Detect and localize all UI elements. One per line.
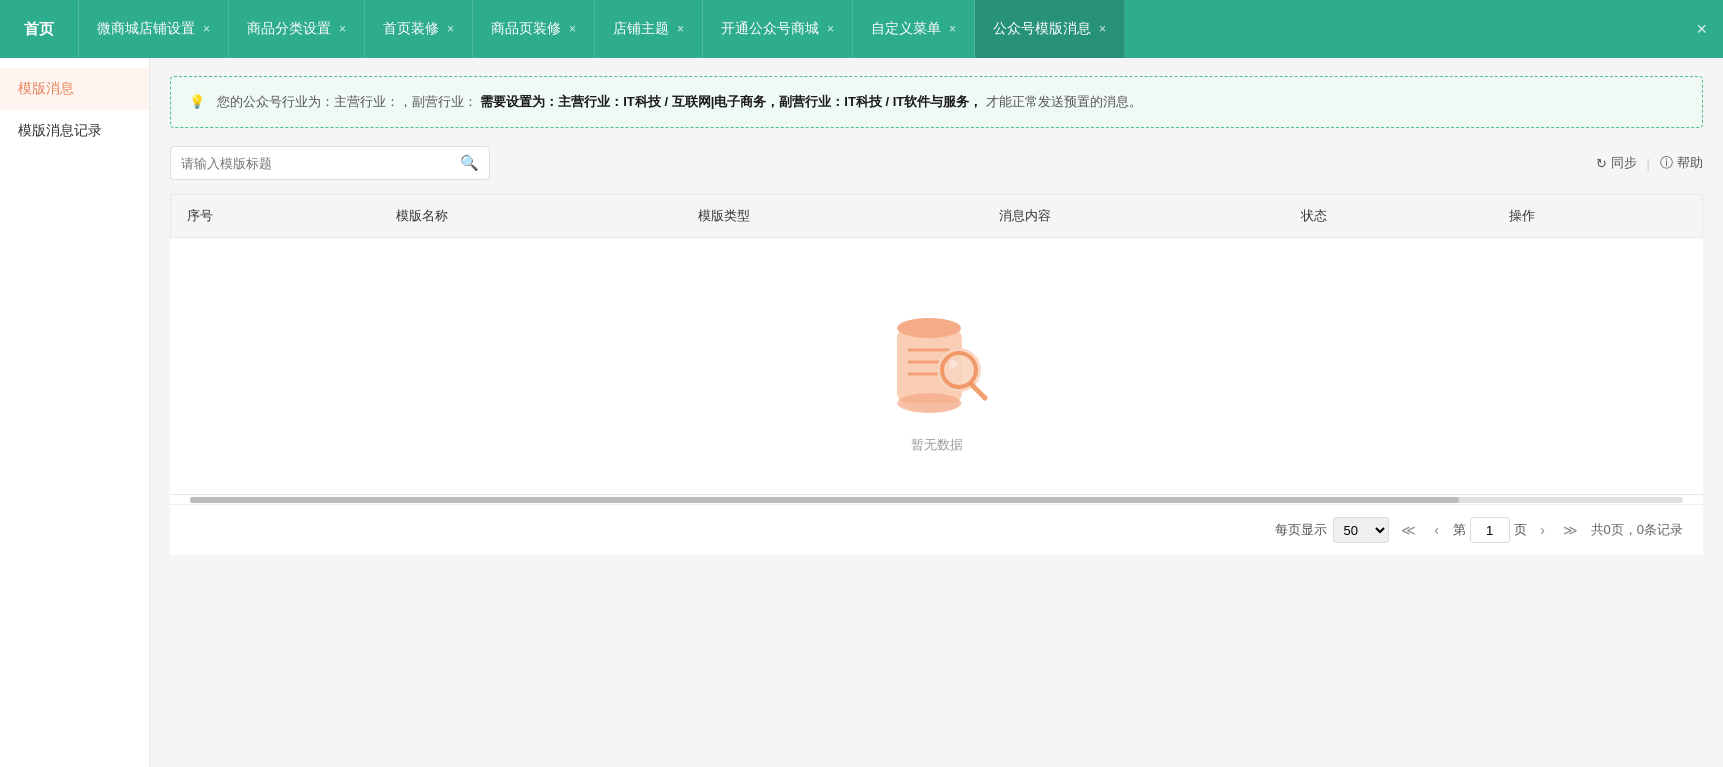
svg-point-2: [897, 318, 961, 338]
svg-line-9: [972, 385, 985, 398]
nav-tab-label: 商品页装修: [491, 20, 561, 38]
empty-state: 暂无数据: [170, 238, 1703, 494]
empty-illustration: [877, 298, 997, 418]
sync-button[interactable]: ↻ 同步: [1596, 154, 1637, 172]
global-close-button[interactable]: ×: [1696, 19, 1707, 40]
nav-tab-label: 首页装修: [383, 20, 439, 38]
first-page-button[interactable]: ≪: [1397, 518, 1421, 542]
action-divider: |: [1647, 156, 1650, 171]
col-header-name: 模版名称: [380, 195, 681, 238]
nav-tab-shop-theme[interactable]: 店铺主题 ×: [595, 0, 703, 58]
nav-tab-close[interactable]: ×: [1099, 22, 1106, 36]
main-layout: 模版消息模版消息记录 💡 您的公众号行业为：主营行业：，副营行业： 需要设置为：…: [0, 58, 1723, 767]
sync-icon: ↻: [1596, 156, 1607, 171]
table-wrap: 序号模版名称模版类型消息内容状态操作: [170, 194, 1703, 494]
search-bar: 🔍 ↻ 同步 | ⓘ 帮助: [170, 146, 1703, 180]
nav-tab-label: 开通公众号商城: [721, 20, 819, 38]
notice-suffix: 才能正常发送预置的消息。: [986, 94, 1142, 109]
nav-tab-custom-menu[interactable]: 自定义菜单 ×: [853, 0, 975, 58]
search-input[interactable]: [181, 156, 460, 171]
last-page-button[interactable]: ≫: [1559, 518, 1583, 542]
nav-tab-label: 店铺主题: [613, 20, 669, 38]
search-actions: ↻ 同步 | ⓘ 帮助: [1596, 154, 1703, 172]
top-nav: 首页微商城店铺设置×商品分类设置×首页装修×商品页装修×店铺主题×开通公众号商城…: [0, 0, 1723, 58]
col-header-index: 序号: [171, 195, 381, 238]
nav-tab-label: 商品分类设置: [247, 20, 331, 38]
search-input-wrap[interactable]: 🔍: [170, 146, 490, 180]
page-label: 第: [1453, 521, 1466, 539]
horizontal-scrollbar[interactable]: [170, 494, 1703, 504]
nav-tab-label: 微商城店铺设置: [97, 20, 195, 38]
nav-tab-close[interactable]: ×: [569, 22, 576, 36]
nav-tab-close[interactable]: ×: [677, 22, 684, 36]
page-unit-label: 页: [1514, 521, 1527, 539]
nav-tab-close[interactable]: ×: [949, 22, 956, 36]
sync-label: 同步: [1611, 154, 1637, 172]
scrollbar-track: [190, 497, 1683, 503]
col-header-type: 模版类型: [682, 195, 983, 238]
nav-tab-close[interactable]: ×: [339, 22, 346, 36]
col-header-status: 状态: [1285, 195, 1493, 238]
sidebar-item-template-msg-record[interactable]: 模版消息记录: [0, 110, 149, 152]
total-info: 共0页，0条记录: [1591, 521, 1683, 539]
sidebar-item-template-msg[interactable]: 模版消息: [0, 68, 149, 110]
notice-prefix: 您的公众号行业为：主营行业：，副营行业：: [217, 94, 477, 109]
scrollbar-thumb[interactable]: [190, 497, 1459, 503]
nav-tab-close[interactable]: ×: [203, 22, 210, 36]
nav-tab-close[interactable]: ×: [447, 22, 454, 36]
svg-point-3: [897, 393, 961, 413]
col-header-action: 操作: [1493, 195, 1703, 238]
nav-tab-pubchat-template[interactable]: 公众号模版消息 ×: [975, 0, 1125, 58]
nav-tab-home[interactable]: 首页: [0, 0, 79, 58]
nav-tab-label: 首页: [24, 20, 54, 39]
content-area: 💡 您的公众号行业为：主营行业：，副营行业： 需要设置为：主营行业：IT科技 /…: [150, 58, 1723, 767]
notice-banner: 💡 您的公众号行业为：主营行业：，副营行业： 需要设置为：主营行业：IT科技 /…: [170, 76, 1703, 128]
nav-tab-home-decor[interactable]: 首页装修 ×: [365, 0, 473, 58]
help-icon: ⓘ: [1660, 154, 1673, 172]
per-page-label: 每页显示: [1275, 521, 1327, 539]
nav-tab-close[interactable]: ×: [827, 22, 834, 36]
prev-page-button[interactable]: ‹: [1425, 518, 1449, 542]
search-icon[interactable]: 🔍: [460, 154, 479, 172]
data-table: 序号模版名称模版类型消息内容状态操作: [170, 194, 1703, 238]
nav-tab-product-category[interactable]: 商品分类设置 ×: [229, 0, 365, 58]
help-label: 帮助: [1677, 154, 1703, 172]
col-header-content: 消息内容: [983, 195, 1284, 238]
empty-text: 暂无数据: [170, 436, 1703, 454]
pagination: 每页显示 102050100 ≪ ‹ 第 页 › ≫ 共0页，0条记录: [170, 504, 1703, 555]
notice-icon: 💡: [189, 94, 205, 109]
per-page-select[interactable]: 102050100: [1333, 517, 1389, 543]
nav-tab-wshop-settings[interactable]: 微商城店铺设置 ×: [79, 0, 229, 58]
next-page-button[interactable]: ›: [1531, 518, 1555, 542]
nav-tab-label: 自定义菜单: [871, 20, 941, 38]
svg-point-10: [949, 360, 957, 368]
table-header: 序号模版名称模版类型消息内容状态操作: [171, 195, 1703, 238]
notice-highlight: 需要设置为：主营行业：IT科技 / 互联网|电子商务，副营行业：IT科技 / I…: [480, 94, 982, 109]
nav-tab-label: 公众号模版消息: [993, 20, 1091, 38]
page-navigation: ≪ ‹ 第 页 › ≫: [1397, 517, 1583, 543]
sidebar: 模版消息模版消息记录: [0, 58, 150, 767]
nav-tab-product-page-decor[interactable]: 商品页装修 ×: [473, 0, 595, 58]
page-input[interactable]: [1470, 517, 1510, 543]
per-page-selector: 每页显示 102050100: [1275, 517, 1389, 543]
nav-tab-open-pubchat[interactable]: 开通公众号商城 ×: [703, 0, 853, 58]
help-button[interactable]: ⓘ 帮助: [1660, 154, 1703, 172]
